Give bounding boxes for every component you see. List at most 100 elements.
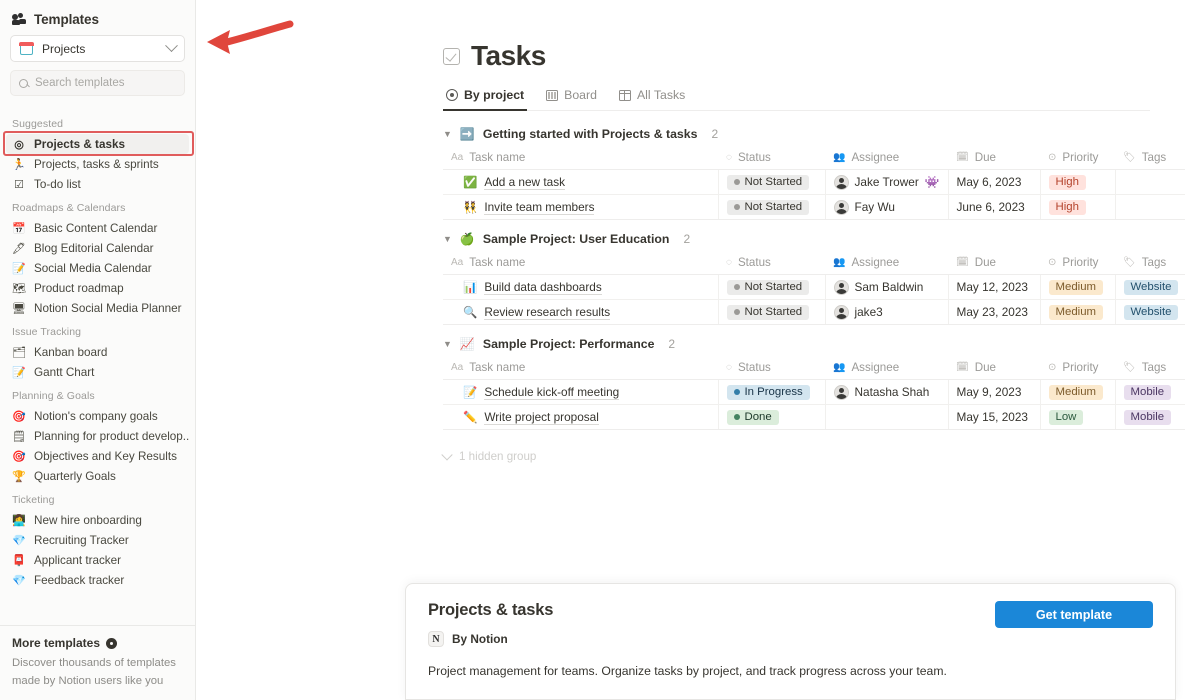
table-row[interactable]: 📊Build data dashboardsNot StartedSam Bal… bbox=[443, 275, 1185, 300]
search-templates-input[interactable]: Search templates bbox=[10, 70, 185, 96]
table-row[interactable]: 👯Invite team membersNot StartedFay WuJun… bbox=[443, 195, 1185, 220]
tab-label: All Tasks bbox=[637, 88, 685, 102]
sidebar-item-projects-tasks[interactable]: ◎Projects & tasks bbox=[6, 134, 189, 154]
sidebar-item-gantt-chart[interactable]: 📝Gantt Chart bbox=[6, 362, 189, 382]
cell-task-name[interactable]: ✏️Write project proposal bbox=[443, 405, 718, 430]
tag-icon: 🏷 bbox=[1123, 152, 1136, 163]
column-header-tags[interactable]: 🏷Tags bbox=[1115, 252, 1185, 275]
cell-task-name[interactable]: 🔍Review research results bbox=[443, 300, 718, 325]
column-header-assignee[interactable]: 👥Assignee bbox=[825, 147, 948, 170]
column-header-task-name[interactable]: AaTask name bbox=[443, 357, 718, 380]
column-header-due[interactable]: 🗓Due bbox=[948, 147, 1040, 170]
cell-status[interactable]: Not Started bbox=[718, 275, 825, 300]
cell-assignee[interactable]: Fay Wu bbox=[825, 195, 948, 220]
cell-priority[interactable]: High bbox=[1040, 170, 1115, 195]
cell-assignee[interactable]: Natasha Shah bbox=[825, 380, 948, 405]
more-templates-link[interactable]: More templates bbox=[12, 636, 183, 650]
sidebar-item-planning-for-product-develop[interactable]: 🗒Planning for product develop... bbox=[6, 426, 189, 446]
tab-all-tasks[interactable]: All Tasks bbox=[616, 88, 688, 111]
task-group-header[interactable]: ▼🍏Sample Project: User Education2 bbox=[196, 226, 1185, 252]
tab-board[interactable]: Board bbox=[543, 88, 600, 111]
get-template-button[interactable]: Get template bbox=[995, 601, 1153, 628]
cell-task-name[interactable]: 📝Schedule kick-off meeting bbox=[443, 380, 718, 405]
sidebar-item-kanban-board[interactable]: 🗂Kanban board bbox=[6, 342, 189, 362]
task-group-header[interactable]: ▼📈Sample Project: Performance2 bbox=[196, 331, 1185, 357]
cell-priority[interactable]: Low bbox=[1040, 405, 1115, 430]
cell-tags[interactable] bbox=[1115, 170, 1185, 195]
cell-assignee[interactable]: jake3 bbox=[825, 300, 948, 325]
sidebar-item-feedback-tracker[interactable]: 💎Feedback tracker bbox=[6, 570, 189, 590]
cell-tags[interactable]: Mobile bbox=[1115, 380, 1185, 405]
cell-due[interactable]: May 15, 2023 bbox=[948, 405, 1040, 430]
sidebar-item-to-do-list[interactable]: ☑To-do list bbox=[6, 174, 189, 194]
cell-assignee[interactable]: Sam Baldwin bbox=[825, 275, 948, 300]
hidden-group-toggle[interactable]: 1 hidden group bbox=[443, 450, 1185, 463]
sidebar-item-new-hire-onboarding[interactable]: 👩‍💻New hire onboarding bbox=[6, 510, 189, 530]
cell-assignee[interactable]: Jake Trower👾 bbox=[825, 170, 948, 195]
cell-task-name[interactable]: 👯Invite team members bbox=[443, 195, 718, 220]
task-table: AaTask name◌Status👥Assignee🗓Due⊙Priority… bbox=[443, 147, 1185, 220]
column-header-tags[interactable]: 🏷Tags bbox=[1115, 147, 1185, 170]
column-header-due[interactable]: 🗓Due bbox=[948, 357, 1040, 380]
table-row[interactable]: 🔍Review research resultsNot Startedjake3… bbox=[443, 300, 1185, 325]
sidebar-item-notion-s-company-goals[interactable]: 🎯Notion's company goals bbox=[6, 406, 189, 426]
cell-tags[interactable]: Website bbox=[1115, 275, 1185, 300]
cell-task-name[interactable]: ✅Add a new task bbox=[443, 170, 718, 195]
collapse-triangle-icon[interactable]: ▼ bbox=[443, 340, 452, 349]
cell-status[interactable]: Done bbox=[718, 405, 825, 430]
text-type-icon: Aa bbox=[451, 257, 463, 268]
cell-priority[interactable]: High bbox=[1040, 195, 1115, 220]
column-header-assignee[interactable]: 👥Assignee bbox=[825, 252, 948, 275]
cell-assignee[interactable] bbox=[825, 405, 948, 430]
cell-status[interactable]: In Progress bbox=[718, 380, 825, 405]
cell-status[interactable]: Not Started bbox=[718, 195, 825, 220]
category-selector[interactable]: Projects bbox=[10, 35, 185, 62]
cell-priority[interactable]: Medium bbox=[1040, 380, 1115, 405]
sidebar-section-title: Planning & Goals bbox=[0, 382, 195, 406]
column-header-status[interactable]: ◌Status bbox=[718, 147, 825, 170]
sidebar-item-quarterly-goals[interactable]: 🏆Quarterly Goals bbox=[6, 466, 189, 486]
column-header-priority[interactable]: ⊙Priority bbox=[1040, 147, 1115, 170]
cell-due[interactable]: May 6, 2023 bbox=[948, 170, 1040, 195]
column-header-priority[interactable]: ⊙Priority bbox=[1040, 252, 1115, 275]
table-row[interactable]: ✏️Write project proposalDone May 15, 2023… bbox=[443, 405, 1185, 430]
cell-priority[interactable]: Medium bbox=[1040, 300, 1115, 325]
column-header-task-name[interactable]: AaTask name bbox=[443, 252, 718, 275]
cell-due[interactable]: June 6, 2023 bbox=[948, 195, 1040, 220]
column-header-tags[interactable]: 🏷Tags bbox=[1115, 357, 1185, 380]
cell-priority[interactable]: Medium bbox=[1040, 275, 1115, 300]
cell-status[interactable]: Not Started bbox=[718, 170, 825, 195]
tab-by-project[interactable]: By project bbox=[443, 88, 527, 111]
column-header-status[interactable]: ◌Status bbox=[718, 357, 825, 380]
cell-due[interactable]: May 23, 2023 bbox=[948, 300, 1040, 325]
table-row[interactable]: ✅Add a new taskNot StartedJake Trower👾Ma… bbox=[443, 170, 1185, 195]
sidebar-item-product-roadmap[interactable]: 🗺Product roadmap bbox=[6, 278, 189, 298]
cell-tags[interactable] bbox=[1115, 195, 1185, 220]
column-header-due[interactable]: 🗓Due bbox=[948, 252, 1040, 275]
cell-task-name[interactable]: 📊Build data dashboards bbox=[443, 275, 718, 300]
sidebar-item-objectives-and-key-results[interactable]: 🎯Objectives and Key Results bbox=[6, 446, 189, 466]
table-row[interactable]: 📝Schedule kick-off meetingIn ProgressNat… bbox=[443, 380, 1185, 405]
cell-tags[interactable]: Mobile bbox=[1115, 405, 1185, 430]
cell-status[interactable]: Not Started bbox=[718, 300, 825, 325]
sidebar-item-notion-social-media-planner[interactable]: 🖥Notion Social Media Planner bbox=[6, 298, 189, 318]
cell-due[interactable]: May 12, 2023 bbox=[948, 275, 1040, 300]
collapse-triangle-icon[interactable]: ▼ bbox=[443, 130, 452, 139]
column-header-task-name[interactable]: AaTask name bbox=[443, 147, 718, 170]
column-header-priority[interactable]: ⊙Priority bbox=[1040, 357, 1115, 380]
task-group-header[interactable]: ▼➡️Getting started with Projects & tasks… bbox=[196, 121, 1185, 147]
task-emoji-icon: ✅ bbox=[463, 175, 477, 189]
sidebar-item-recruiting-tracker[interactable]: 💎Recruiting Tracker bbox=[6, 530, 189, 550]
cell-due[interactable]: May 9, 2023 bbox=[948, 380, 1040, 405]
task-group-count: 2 bbox=[711, 127, 718, 141]
collapse-triangle-icon[interactable]: ▼ bbox=[443, 235, 452, 244]
sidebar-item-basic-content-calendar[interactable]: 📅Basic Content Calendar bbox=[6, 218, 189, 238]
sidebar-item-social-media-calendar[interactable]: 📝Social Media Calendar bbox=[6, 258, 189, 278]
avatar bbox=[834, 280, 849, 295]
cell-tags[interactable]: Website bbox=[1115, 300, 1185, 325]
sidebar-item-projects-tasks-sprints[interactable]: 🏃Projects, tasks & sprints bbox=[6, 154, 189, 174]
column-header-status[interactable]: ◌Status bbox=[718, 252, 825, 275]
column-header-assignee[interactable]: 👥Assignee bbox=[825, 357, 948, 380]
sidebar-item-blog-editorial-calendar[interactable]: 🖋Blog Editorial Calendar bbox=[6, 238, 189, 258]
sidebar-item-applicant-tracker[interactable]: 📮Applicant tracker bbox=[6, 550, 189, 570]
